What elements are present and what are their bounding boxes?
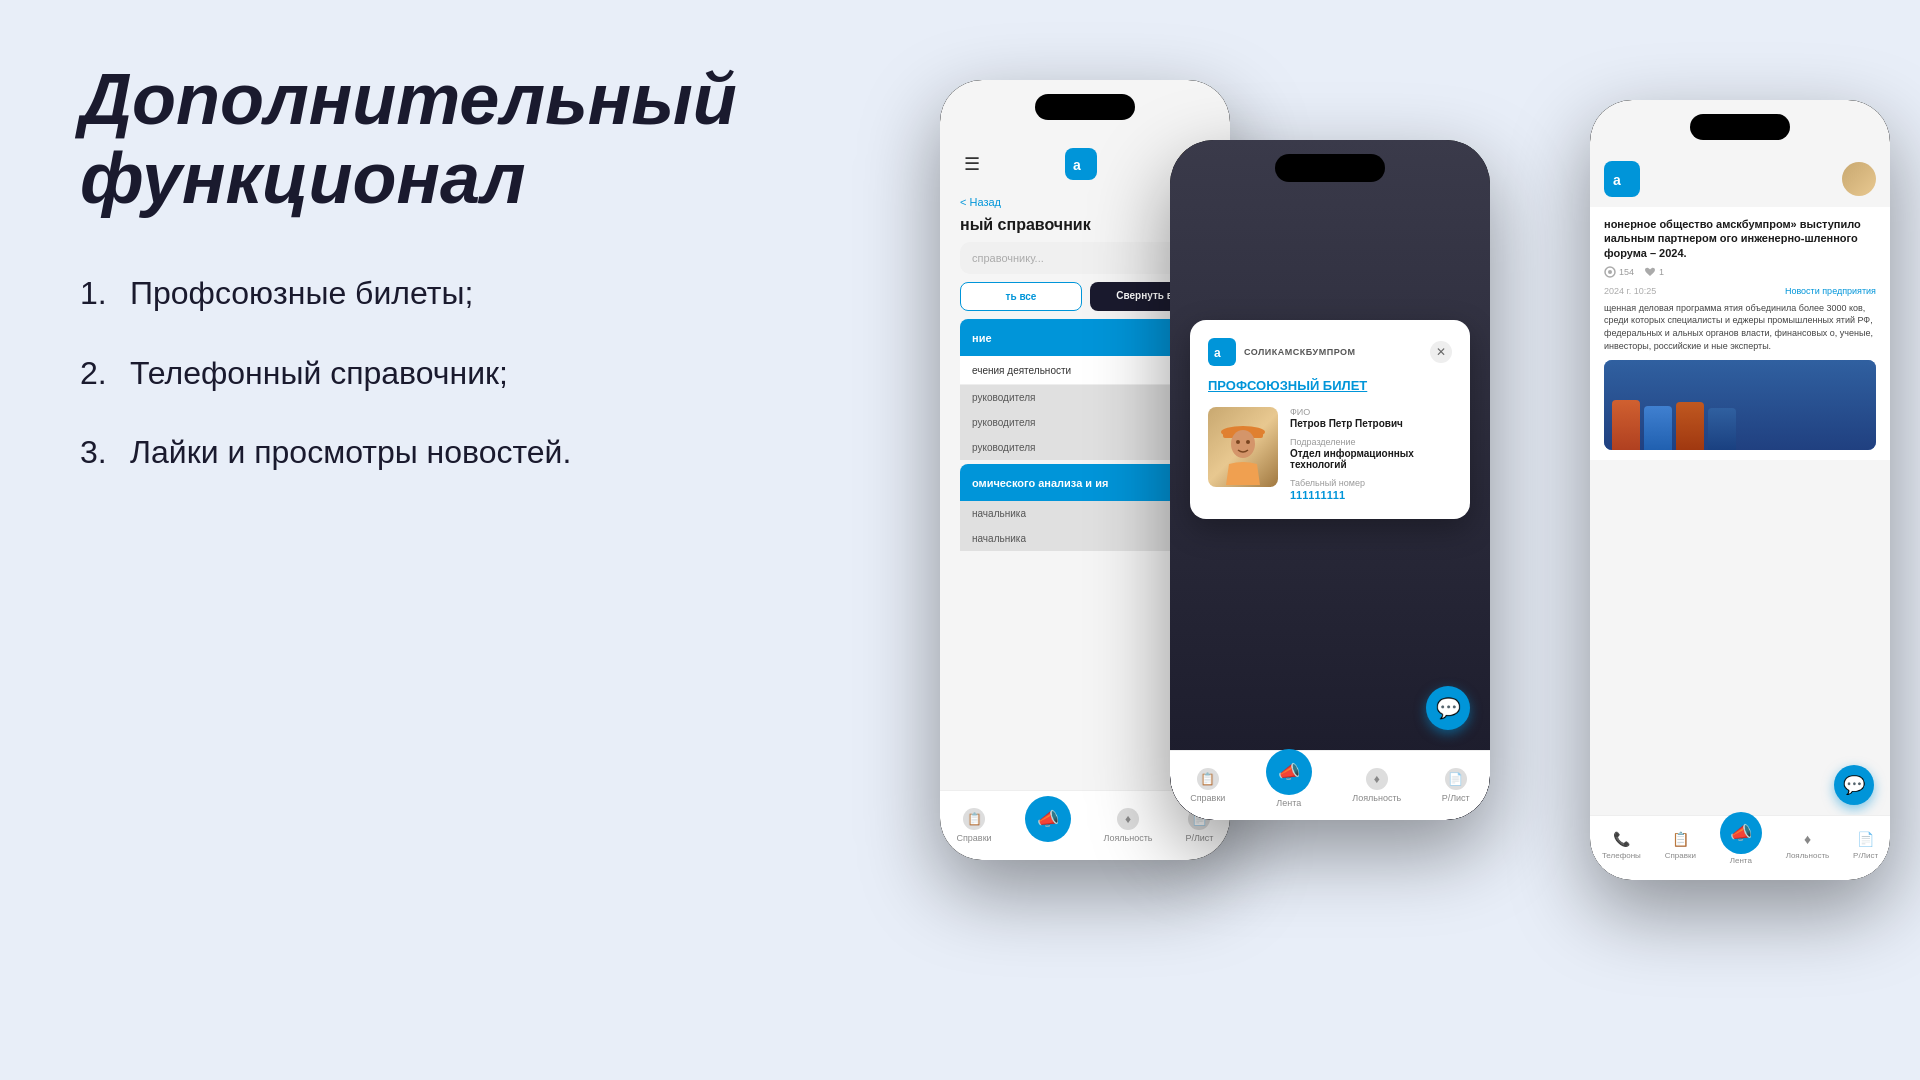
lenta-icon: 📣: [1266, 749, 1312, 795]
lenta-icon: 📣: [1720, 812, 1762, 854]
spravki-icon: 📋: [963, 808, 985, 830]
phone-header: а: [1590, 155, 1890, 203]
phone-icon: 📞: [1611, 829, 1631, 849]
rlist-icon: 📄: [1856, 829, 1876, 849]
union-logo: а СОЛИКАМСКБУМПРОМ: [1208, 338, 1356, 366]
app-logo: а: [1065, 148, 1097, 180]
loyalty-icon: ♦: [1797, 829, 1817, 849]
news-date: 2024 г. 10:25: [1604, 286, 1656, 296]
news-meta: 154 1: [1604, 266, 1876, 278]
nav-item-lenta[interactable]: 📣: [1025, 810, 1071, 842]
lenta-icon: 📣: [1025, 796, 1071, 842]
news-image: [1604, 360, 1876, 450]
phone-screen: а нонерное общество амскбумпром» выступи…: [1590, 100, 1890, 880]
union-card-title: ПРОФСОЮЗНЫЙ БИЛЕТ: [1208, 378, 1452, 393]
employee-tab: 111111111: [1290, 489, 1452, 501]
company-name: СОЛИКАМСКБУМПРОМ: [1244, 347, 1356, 357]
list-item: 1. Профсоюзные билеты;: [80, 268, 660, 319]
svg-text:а: а: [1073, 157, 1081, 173]
news-body: щенная деловая программа ятия объединила…: [1604, 302, 1876, 352]
phones-container: ☰ а < Назад ный справочник справочнику..…: [940, 20, 1890, 1060]
svg-text:а: а: [1613, 172, 1621, 188]
features-list: 1. Профсоюзные билеты; 2. Телефонный спр…: [80, 268, 660, 478]
left-section: Дополнительный функционал 1. Профсоюзные…: [80, 60, 660, 506]
news-article: нонерное общество амскбумпром» выступило…: [1590, 207, 1890, 460]
nav-item-spravki[interactable]: 📋 Справки: [956, 808, 991, 843]
chat-float-button[interactable]: 💬: [1426, 686, 1470, 730]
nav-lenta[interactable]: 📣 Лента: [1720, 824, 1762, 865]
views-count: 154: [1604, 266, 1634, 278]
phone-union-card: а СОЛИКАМСКБУМПРОМ ✕ ПРОФСОЮЗНЫЙ БИЛЕТ: [1170, 140, 1490, 820]
nav-loyalty[interactable]: ♦ Лояльность: [1786, 829, 1830, 860]
phone-notch: [1275, 154, 1385, 182]
bottom-nav: 📋 Справки 📣 Лента ♦ Лояльность 📄 Р/Лист: [1170, 750, 1490, 820]
list-item: 3. Лайки и просмотры новостей.: [80, 427, 660, 478]
spravki-icon: 📋: [1670, 829, 1690, 849]
loyalty-icon: ♦: [1117, 808, 1139, 830]
right-content: а нонерное общество амскбумпром» выступи…: [1590, 155, 1890, 464]
nav-item-loyalty[interactable]: ♦ Лояльность: [1352, 768, 1401, 803]
employee-name: Петров Петр Петрович: [1290, 418, 1452, 429]
chat-float-button[interactable]: 💬: [1834, 765, 1874, 805]
news-title: нонерное общество амскбумпром» выступило…: [1604, 217, 1876, 260]
phone-notch: [1035, 94, 1135, 120]
nav-spravki[interactable]: 📋 Справки: [1665, 829, 1696, 860]
likes-count: 1: [1644, 266, 1664, 278]
rlist-icon: 📄: [1445, 768, 1467, 790]
employee-photo: [1208, 407, 1278, 487]
svg-point-6: [1246, 440, 1250, 444]
union-card-popup: а СОЛИКАМСКБУМПРОМ ✕ ПРОФСОЮЗНЫЙ БИЛЕТ: [1190, 320, 1470, 519]
union-card-header: а СОЛИКАМСКБУМПРОМ ✕: [1208, 338, 1452, 366]
close-button[interactable]: ✕: [1430, 341, 1452, 363]
nav-rlist[interactable]: 📄 Р/Лист: [1853, 829, 1878, 860]
bottom-nav: 📞 Телефоны 📋 Справки 📣 Лента ♦ Лояльност…: [1590, 815, 1890, 880]
expand-all-button[interactable]: ть все: [960, 282, 1082, 311]
phone-screen: а СОЛИКАМСКБУМПРОМ ✕ ПРОФСОЮЗНЫЙ БИЛЕТ: [1170, 140, 1490, 820]
union-card-body: ФИО Петров Петр Петрович Подразделение О…: [1208, 407, 1452, 501]
nav-item-lenta[interactable]: 📣 Лента: [1266, 763, 1312, 808]
nav-telephones[interactable]: 📞 Телефоны: [1602, 829, 1641, 860]
loyalty-icon: ♦: [1366, 768, 1388, 790]
menu-icon[interactable]: ☰: [960, 149, 984, 179]
svg-point-4: [1231, 430, 1255, 458]
list-item: 2. Телефонный справочник;: [80, 348, 660, 399]
news-category: Новости предприятия: [1785, 286, 1876, 296]
spravki-icon: 📋: [1197, 768, 1219, 790]
svg-point-5: [1236, 440, 1240, 444]
app-logo: а: [1604, 161, 1640, 197]
svg-point-9: [1608, 270, 1612, 274]
nav-item-rlist[interactable]: 📄 Р/Лист: [1442, 768, 1470, 803]
employee-division: Отдел информационных технологий: [1290, 448, 1452, 470]
svg-text:а: а: [1214, 346, 1221, 360]
nav-item-spravki[interactable]: 📋 Справки: [1190, 768, 1225, 803]
phone-news: а нонерное общество амскбумпром» выступи…: [1590, 100, 1890, 880]
phone-notch: [1690, 114, 1790, 140]
company-logo-icon: а: [1208, 338, 1236, 366]
main-title: Дополнительный функционал: [80, 60, 660, 218]
employee-info: ФИО Петров Петр Петрович Подразделение О…: [1290, 407, 1452, 501]
nav-item-loyalty[interactable]: ♦ Лояльность: [1103, 808, 1152, 843]
user-avatar[interactable]: [1842, 162, 1876, 196]
